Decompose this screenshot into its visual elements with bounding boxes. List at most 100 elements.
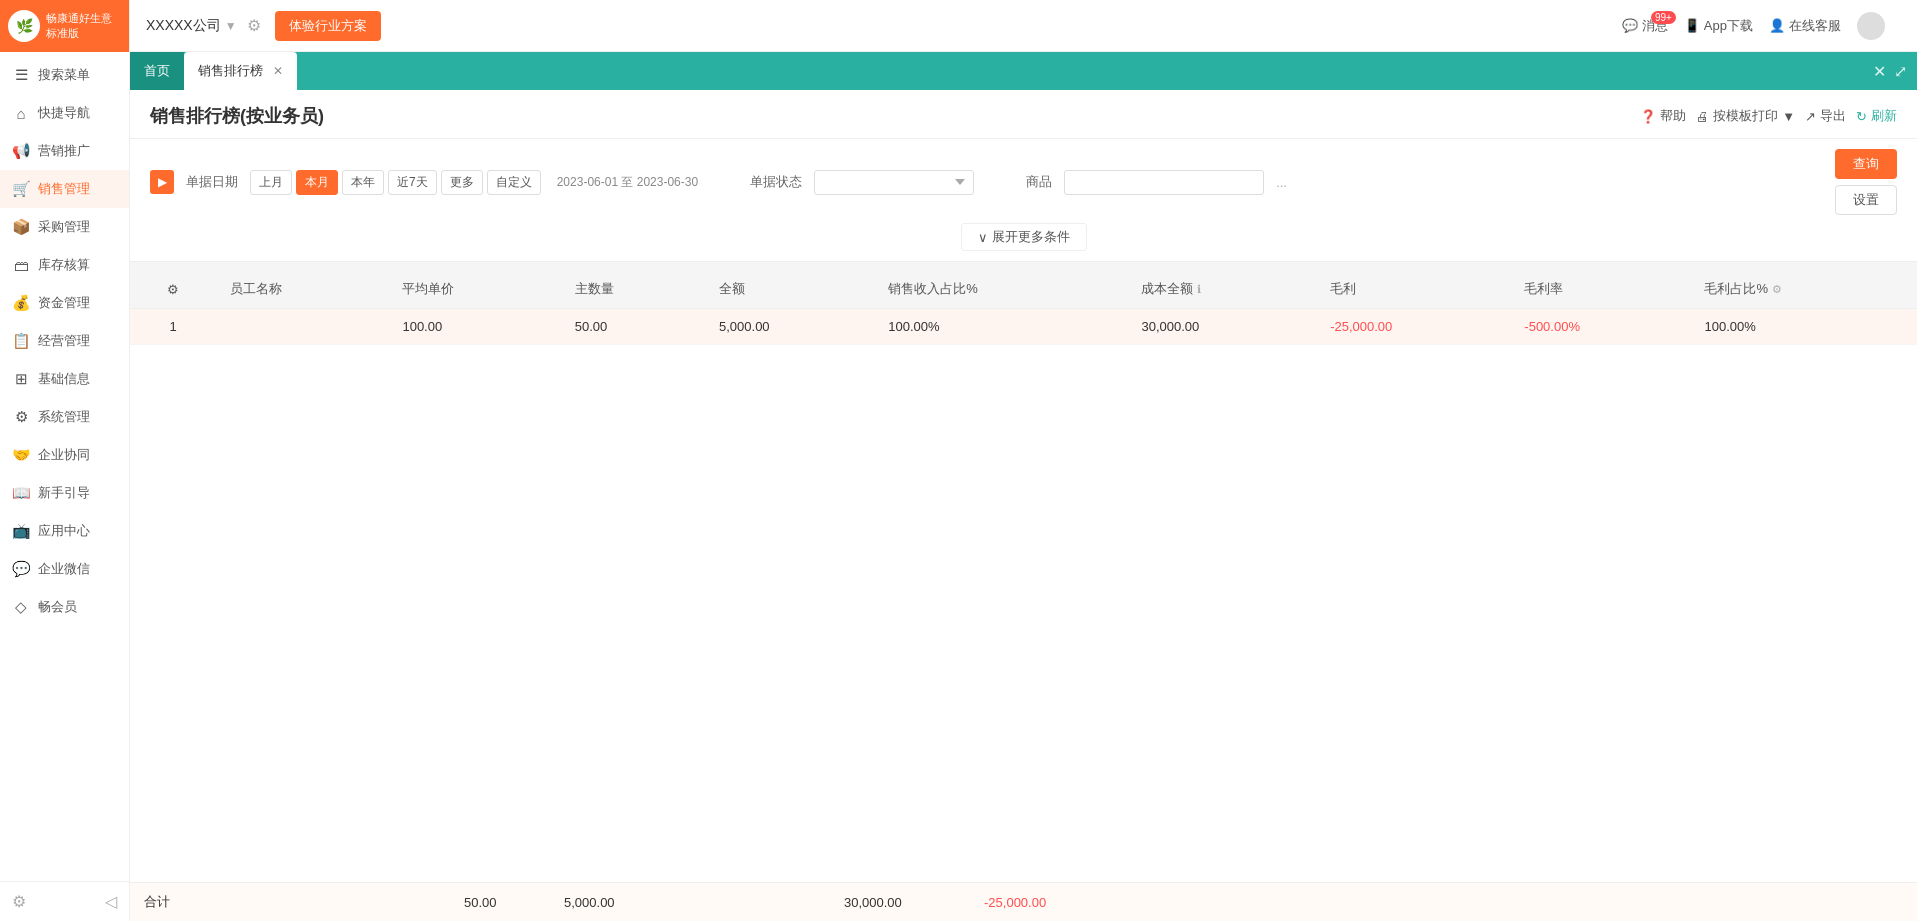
- trial-button[interactable]: 体验行业方案: [275, 11, 381, 41]
- company-dropdown-arrow: ▼: [225, 19, 237, 33]
- col-settings-icon: ⚙: [167, 282, 179, 297]
- goods-input[interactable]: [1064, 170, 1264, 195]
- tab-home[interactable]: 首页: [130, 52, 184, 90]
- refresh-button[interactable]: ↻ 刷新: [1856, 107, 1897, 125]
- topbar-right: 💬 消息 99+ 📱 App下载 👤 在线客服: [1622, 12, 1901, 40]
- sidebar-item-search[interactable]: ☰ 搜索菜单: [0, 56, 129, 94]
- col-gross-pct: 毛利占比% ⚙: [1690, 270, 1917, 309]
- sidebar-item-operation[interactable]: 📋 经营管理: [0, 322, 129, 360]
- sidebar-item-finance[interactable]: 💰 资金管理: [0, 284, 129, 322]
- sidebar-item-apps[interactable]: 📺 应用中心: [0, 512, 129, 550]
- marketing-icon: 📢: [12, 142, 30, 160]
- col-settings[interactable]: ⚙: [130, 270, 216, 309]
- service-icon: 👤: [1769, 18, 1785, 33]
- app-icon: 📱: [1684, 18, 1700, 33]
- quick-nav-icon: ⌂: [12, 105, 30, 122]
- sales-icon: 🛒: [12, 180, 30, 198]
- last-7-days-btn[interactable]: 近7天: [388, 170, 437, 195]
- export-icon: ↗: [1805, 109, 1816, 124]
- guide-icon: 📖: [12, 484, 30, 502]
- col-avg-price: 平均单价: [388, 270, 560, 309]
- apps-icon: 📺: [12, 522, 30, 540]
- refresh-icon: ↻: [1856, 109, 1867, 124]
- date-label: 单据日期: [186, 173, 238, 191]
- footer-label: 合计: [144, 893, 364, 911]
- logo-icon: 🌿: [8, 10, 40, 42]
- cell-amount: 5,000.00: [705, 309, 874, 345]
- print-icon: 🖨: [1696, 109, 1709, 124]
- topbar: XXXXX公司 ▼ ⚙ 体验行业方案 💬 消息 99+ 📱 App下载 👤 在线…: [130, 0, 1917, 52]
- sidebar-item-purchase[interactable]: 📦 采购管理: [0, 208, 129, 246]
- table-row: 1 100.00 50.00 5,000.00 100.00% 30,000.0…: [130, 309, 1917, 345]
- tab-close-icon[interactable]: ✕: [273, 64, 283, 78]
- status-label: 单据状态: [750, 173, 802, 191]
- col-gross-rate: 毛利率: [1510, 270, 1690, 309]
- col-sales-pct: 销售收入占比%: [874, 270, 1127, 309]
- system-icon: ⚙: [12, 408, 30, 426]
- custom-btn[interactable]: 自定义: [487, 170, 541, 195]
- tabbar-actions: ✕ ⤢: [1873, 62, 1917, 81]
- footer-gross: -25,000.00: [984, 895, 1124, 910]
- col-amount: 全额: [705, 270, 874, 309]
- sidebar-item-inventory[interactable]: 🗃 库存核算: [0, 246, 129, 284]
- date-range-text: 2023-06-01 至 2023-06-30: [557, 174, 698, 191]
- app-download-button[interactable]: 📱 App下载: [1684, 17, 1753, 35]
- sidebar-item-basic[interactable]: ⊞ 基础信息: [0, 360, 129, 398]
- sidebar-item-system[interactable]: ⚙ 系统管理: [0, 398, 129, 436]
- page-header: 销售排行榜(按业务员) ❓ 帮助 🖨 按模板打印 ▼ ↗ 导出 ↻ 刷新: [130, 90, 1917, 139]
- sidebar-item-wechat[interactable]: 💬 企业微信: [0, 550, 129, 588]
- tab-close-all-icon[interactable]: ✕: [1873, 62, 1886, 81]
- avatar[interactable]: [1857, 12, 1885, 40]
- print-button[interactable]: 🖨 按模板打印 ▼: [1696, 107, 1795, 125]
- data-table: ⚙ 员工名称 平均单价 主数量 全额 销售收入占比% 成本全额 ℹ 毛利 毛利率: [130, 270, 1917, 345]
- status-select[interactable]: [814, 170, 974, 195]
- topbar-gear-icon[interactable]: ⚙: [247, 16, 261, 35]
- message-button[interactable]: 💬 消息 99+: [1622, 17, 1668, 35]
- page-area: 销售排行榜(按业务员) ❓ 帮助 🖨 按模板打印 ▼ ↗ 导出 ↻ 刷新: [130, 90, 1917, 921]
- logo-text: 畅康通好生意 标准版: [46, 11, 112, 42]
- this-year-btn[interactable]: 本年: [342, 170, 384, 195]
- sidebar-logo: 🌿 畅康通好生意 标准版: [0, 0, 129, 52]
- expand-more-button[interactable]: ∨ 展开更多条件: [961, 223, 1087, 251]
- more-btn[interactable]: 更多: [441, 170, 483, 195]
- company-selector[interactable]: XXXXX公司 ▼: [146, 17, 237, 35]
- sidebar-item-sales[interactable]: 🛒 销售管理: [0, 170, 129, 208]
- tab-sales-rank[interactable]: 销售排行榜 ✕: [184, 52, 297, 90]
- data-table-container: ⚙ 员工名称 平均单价 主数量 全额 销售收入占比% 成本全额 ℹ 毛利 毛利率: [130, 270, 1917, 882]
- tab-expand-icon[interactable]: ⤢: [1894, 62, 1907, 81]
- sidebar-item-member[interactable]: ◇ 畅会员: [0, 588, 129, 626]
- col-main-qty: 主数量: [561, 270, 705, 309]
- footer-cost: 30,000.00: [844, 895, 984, 910]
- last-month-btn[interactable]: 上月: [250, 170, 292, 195]
- inventory-icon: 🗃: [12, 257, 30, 274]
- goods-label: 商品: [1026, 173, 1052, 191]
- basic-icon: ⊞: [12, 370, 30, 388]
- settings-footer-icon[interactable]: ⚙: [12, 892, 26, 911]
- date-buttons: 上月 本月 本年 近7天 更多 自定义: [250, 170, 541, 195]
- finance-icon: 💰: [12, 294, 30, 312]
- cell-main-qty: 50.00: [561, 309, 705, 345]
- settings-button[interactable]: 设置: [1835, 185, 1897, 215]
- col-gross: 毛利: [1316, 270, 1510, 309]
- filter-toggle-icon[interactable]: ▶: [150, 170, 174, 194]
- collapse-icon[interactable]: ◁: [105, 892, 117, 911]
- footer-main-qty: 50.00: [464, 895, 564, 910]
- sidebar-item-marketing[interactable]: 📢 营销推广: [0, 132, 129, 170]
- cell-employee: [216, 309, 388, 345]
- sidebar-item-collab[interactable]: 🤝 企业协同: [0, 436, 129, 474]
- sidebar-item-guide[interactable]: 📖 新手引导: [0, 474, 129, 512]
- sidebar-item-quicknav[interactable]: ⌂ 快捷导航: [0, 94, 129, 132]
- footer-amount: 5,000.00: [564, 895, 704, 910]
- message-icon: 💬: [1622, 18, 1638, 33]
- query-button[interactable]: 查询: [1835, 149, 1897, 179]
- sidebar: 🌿 畅康通好生意 标准版 ☰ 搜索菜单 ⌂ 快捷导航 📢 营销推广 🛒 销售管理…: [0, 0, 130, 921]
- purchase-icon: 📦: [12, 218, 30, 236]
- help-button[interactable]: ❓ 帮助: [1640, 107, 1686, 125]
- sidebar-nav: ☰ 搜索菜单 ⌂ 快捷导航 📢 营销推广 🛒 销售管理 📦 采购管理 🗃 库存核…: [0, 52, 129, 881]
- collab-icon: 🤝: [12, 446, 30, 464]
- filter-actions: 查询 设置: [1835, 149, 1897, 215]
- export-button[interactable]: ↗ 导出: [1805, 107, 1846, 125]
- online-service-button[interactable]: 👤 在线客服: [1769, 17, 1841, 35]
- this-month-btn[interactable]: 本月: [296, 170, 338, 195]
- col-cost: 成本全额 ℹ: [1127, 270, 1316, 309]
